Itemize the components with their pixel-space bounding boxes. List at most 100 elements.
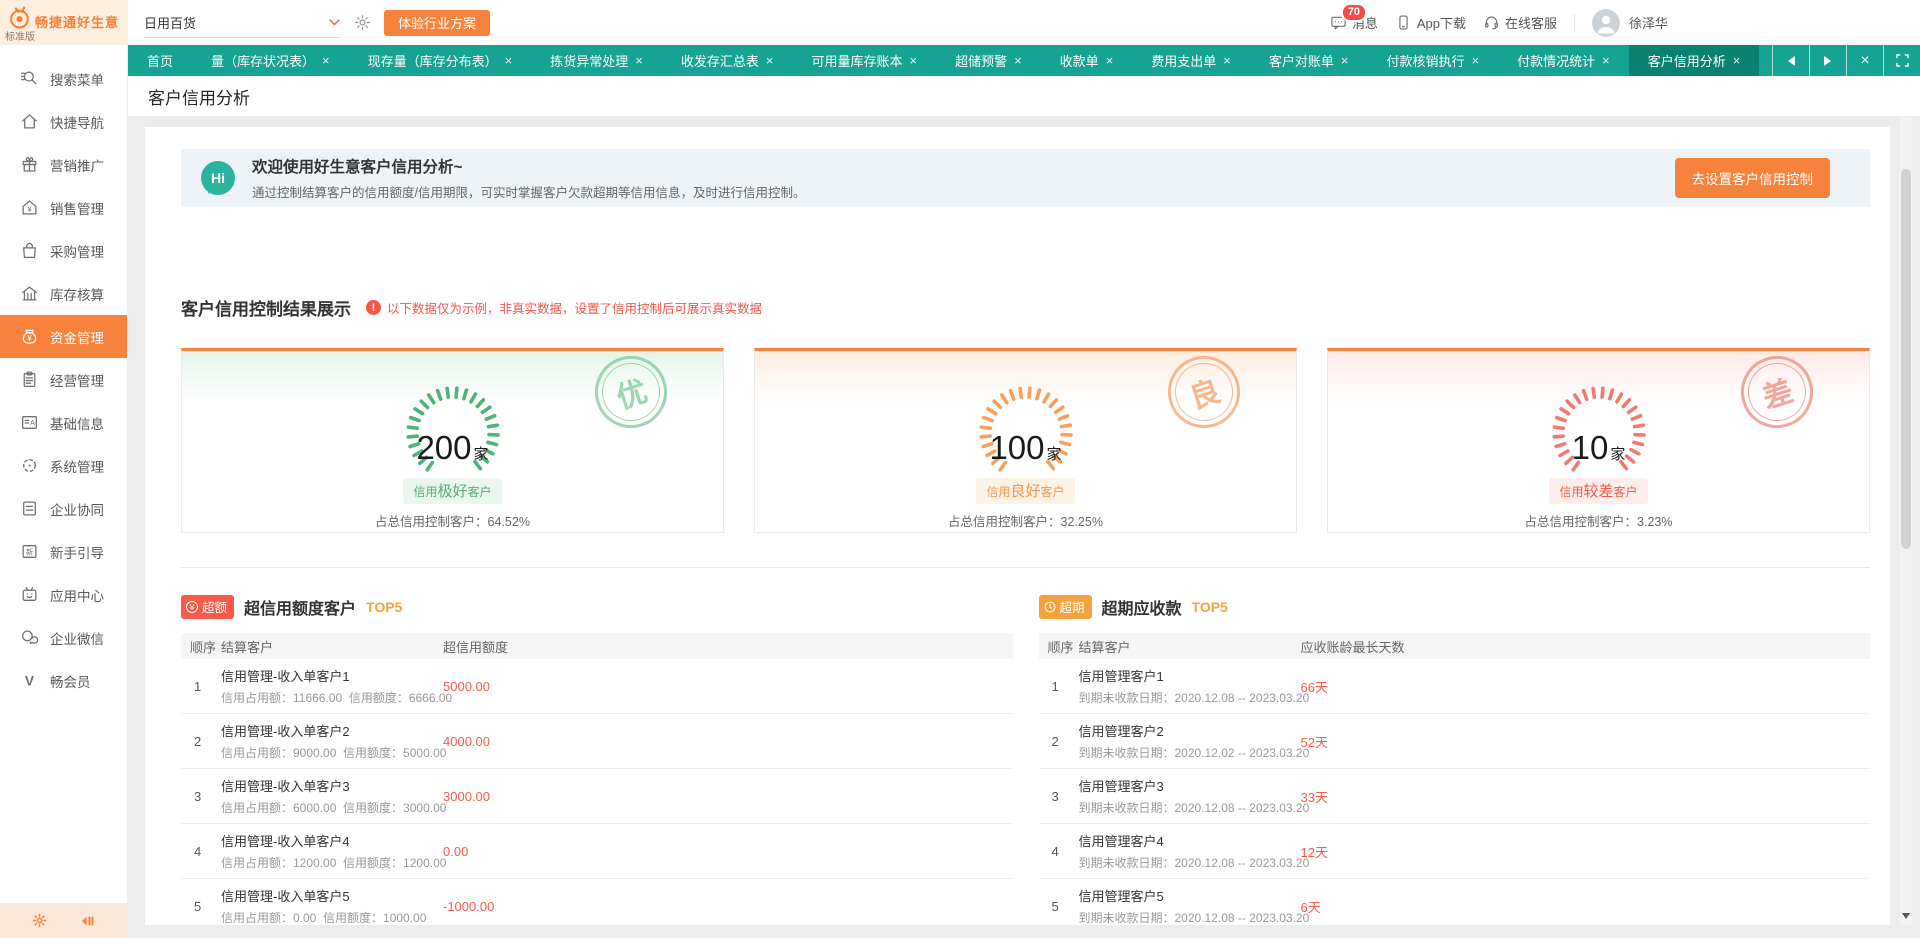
sidebar-item[interactable]: 采购管理 — [0, 229, 127, 272]
tab[interactable]: 客户信用分析 × — [1628, 45, 1760, 76]
table-row: 2 信用管理-收入单客户2 信用占用额：9000.00 信用额度：5000.00… — [181, 714, 1013, 769]
vertical-scrollbar[interactable] — [1900, 117, 1912, 925]
sidebar-item[interactable]: A 基础信息 — [0, 401, 127, 444]
tab[interactable]: 客户对账单 × — [1250, 45, 1368, 76]
sidebar-item-icon — [20, 155, 39, 174]
tab-close-icon[interactable]: × — [1341, 53, 1349, 68]
section-header: 客户信用控制结果展示 ! 以下数据仅为示例，非真实数据，设置了信用控制后可展示真… — [181, 295, 1870, 320]
tab[interactable]: 付款情况统计 × — [1498, 45, 1629, 76]
sidebar-item[interactable]: 库存核算 — [0, 272, 127, 315]
sidebar-item-icon: A — [20, 413, 39, 432]
tab[interactable]: 拣货异常处理 × — [531, 45, 662, 76]
sidebar-item-icon — [20, 585, 39, 604]
sidebar-item[interactable]: 新 新手引导 — [0, 530, 127, 573]
sidebar-item[interactable]: 系统管理 — [0, 444, 127, 487]
fullscreen-button[interactable] — [1883, 45, 1920, 76]
tab-scroll-right-button[interactable] — [1809, 45, 1846, 76]
tab[interactable]: 收发存汇总表 × — [662, 45, 793, 76]
tab[interactable]: 首页 × — [128, 45, 192, 76]
tab-close-icon[interactable]: × — [1014, 53, 1022, 68]
divider — [1573, 13, 1575, 32]
table-header: 顺序 结算客户 应收账龄最长天数 — [1038, 633, 1870, 659]
sidebar-item[interactable]: 应用中心 — [0, 573, 127, 616]
avatar[interactable] — [1591, 8, 1620, 37]
topbar: 畅捷通好生意 标准版 日用百货 体验行业方案 消息 70 App下载 在线客服 … — [0, 0, 1920, 45]
clock-icon — [1044, 601, 1055, 612]
tab[interactable]: 可用量库存账本 × — [792, 45, 936, 76]
main-area: 首页 × 量（库存状况表） × 现存量（库存分布表） × — [128, 45, 1920, 938]
headset-icon — [1483, 14, 1500, 31]
settings-gear-icon[interactable] — [32, 913, 47, 928]
tab[interactable]: 超储预警 × — [936, 45, 1041, 76]
industry-solution-button[interactable]: 体验行业方案 — [384, 9, 491, 36]
close-all-tabs-button[interactable]: × — [1846, 45, 1883, 76]
seal-good-stamp: 良 — [1158, 346, 1250, 438]
table-row: 5 信用管理客户5 到期未收款日期：2020.12.08 -- 2023.03.… — [1039, 879, 1871, 925]
tab[interactable]: 收款单 × — [1041, 45, 1133, 76]
tab-close-icon[interactable]: × — [322, 53, 330, 68]
org-select[interactable]: 日用百货 — [144, 8, 340, 38]
tab-close-icon[interactable]: × — [1106, 53, 1114, 68]
arrow-left-icon — [1783, 55, 1795, 66]
sidebar-item[interactable]: ¥ 销售管理 — [0, 186, 127, 229]
tab-strip: 首页 × 量（库存状况表） × 现存量（库存分布表） × — [128, 45, 1772, 76]
setup-credit-control-button[interactable]: 去设置客户信用控制 — [1674, 158, 1830, 198]
banner-greeting: 欢迎使用好生意客户信用分析~ — [252, 159, 463, 176]
top5-label: TOP5 — [366, 599, 403, 615]
sidebar-item-icon: ¥ — [20, 327, 39, 346]
tab[interactable]: 现存量（库存分布表） × — [349, 45, 532, 76]
tab[interactable]: 付款核销执行 × — [1368, 45, 1499, 76]
sidebar-item-icon — [20, 456, 39, 475]
svg-text:A: A — [30, 418, 35, 427]
app-download-button[interactable]: App下载 — [1395, 13, 1466, 32]
sidebar-item[interactable]: V 畅会员 — [0, 659, 127, 702]
sidebar-item[interactable]: 企业协同 — [0, 487, 127, 530]
sidebar-item[interactable]: 经营管理 — [0, 358, 127, 401]
messages-badge: 70 — [1340, 3, 1368, 22]
tab-close-icon[interactable]: × — [505, 53, 513, 68]
tab-close-icon[interactable]: × — [766, 53, 774, 68]
sidebar-item[interactable]: 快捷导航 — [0, 100, 127, 143]
credit-cards: 200 家 信用极好客户 占总信用控制客户：64.52% 优 100 家 信用良好客 — [181, 346, 1870, 533]
tab-close-icon[interactable]: × — [1602, 53, 1610, 68]
svg-text:¥: ¥ — [27, 205, 32, 214]
share-text: 占总信用控制客户：32.25% — [948, 515, 1103, 529]
scroll-down-arrow[interactable] — [1902, 913, 1910, 923]
share-text: 占总信用控制客户：64.52% — [375, 515, 530, 529]
tab-close-icon[interactable]: × — [1223, 53, 1231, 68]
sidebar: 搜索菜单 快捷导航 营销推广 ¥ 销售管理 采购管理 库存核算 ¥ 资金管理 经… — [0, 45, 128, 938]
tab[interactable]: 量（库存状况表） × — [192, 45, 349, 76]
svg-text:V: V — [25, 673, 35, 688]
sidebar-item[interactable]: 营销推广 — [0, 143, 127, 186]
section-title: 客户信用控制结果展示 — [181, 300, 351, 319]
tab-scroll-left-button[interactable] — [1772, 45, 1809, 76]
settings-gear-icon[interactable] — [354, 14, 371, 31]
sidebar-item-icon — [20, 241, 39, 260]
app-logo: 畅捷通好生意 标准版 — [0, 0, 128, 45]
messages-button[interactable]: 消息 70 — [1330, 3, 1378, 32]
table-header: 顺序 结算客户 超信用额度 — [181, 633, 1013, 659]
tab-close-icon[interactable]: × — [1733, 53, 1741, 68]
overdue-badge: 超期 — [1038, 595, 1092, 619]
seal-poor-stamp: 差 — [1731, 346, 1823, 438]
credit-level-badge: 信用极好客户 — [403, 478, 502, 504]
table-row: 3 信用管理-收入单客户3 信用占用额：6000.00 信用额度：3000.00… — [181, 769, 1013, 824]
sidebar-item[interactable]: ¥ 资金管理 — [0, 315, 127, 358]
sidebar-item-icon — [20, 112, 39, 131]
tab[interactable]: 费用支出单 × — [1132, 45, 1250, 76]
scrollbar-thumb[interactable] — [1901, 169, 1911, 549]
collapse-sidebar-icon[interactable] — [79, 914, 95, 928]
online-service-button[interactable]: 在线客服 — [1483, 13, 1557, 32]
page-title: 客户信用分析 — [128, 76, 1920, 116]
tab-close-icon[interactable]: × — [635, 53, 643, 68]
table-row: 2 信用管理客户2 到期未收款日期：2020.12.02 -- 2023.03.… — [1038, 714, 1870, 769]
over-credit-table: ¥ 超额 超信用额度客户 TOP5 顺序 结算客户 超信用额度 1 信用管理-收… — [181, 594, 1013, 925]
tab-close-icon[interactable]: × — [909, 53, 917, 68]
over-credit-badge: ¥ 超额 — [181, 595, 235, 619]
sidebar-item-icon: V — [20, 671, 39, 690]
sidebar-item[interactable]: 搜索菜单 — [0, 57, 127, 100]
tab-close-icon[interactable]: × — [1472, 53, 1480, 68]
top5-label: TOP5 — [1191, 599, 1228, 615]
sidebar-item[interactable]: 企业微信 — [0, 616, 127, 659]
table-row: 4 信用管理客户4 到期未收款日期：2020.12.08 -- 2023.03.… — [1038, 824, 1870, 879]
